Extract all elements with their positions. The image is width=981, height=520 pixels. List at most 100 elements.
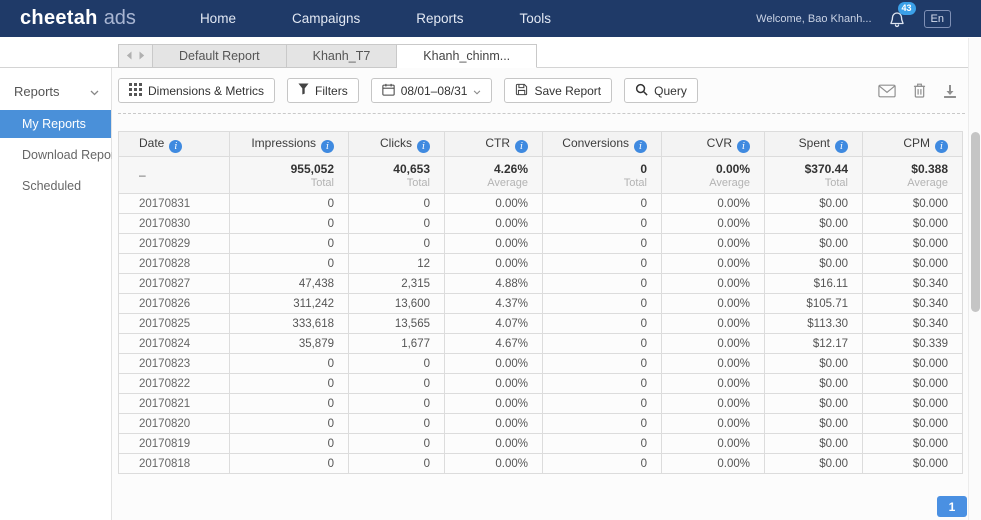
sidebar-item-my-reports[interactable]: My Reports — [0, 110, 111, 138]
value-cell: 0 — [542, 453, 662, 474]
nav-item-campaigns[interactable]: Campaigns — [292, 11, 360, 26]
total-value: 955,052 — [290, 161, 334, 176]
value-cell: 0.00% — [444, 253, 543, 274]
tab-khanh-chinm-active[interactable]: Khanh_chinm... — [397, 44, 538, 68]
notifications-button[interactable]: 43 — [888, 1, 916, 28]
email-icon[interactable] — [878, 84, 896, 98]
value-cell: $0.339 — [862, 333, 963, 354]
value-cell: 0.00% — [661, 373, 765, 394]
date-cell: 20170831 — [118, 193, 230, 214]
value-cell: $0.000 — [862, 373, 963, 394]
filters-button[interactable]: Filters — [287, 78, 359, 103]
value-cell: 0.00% — [661, 233, 765, 254]
sidebar-item-download-report[interactable]: Download Report — [0, 141, 119, 169]
info-icon[interactable]: i — [634, 139, 647, 153]
report-table-body: 20170831 0 0 0.00% 0 0.00% $0.00 $0.000 20170830… — [118, 193, 963, 474]
value-cell: 4.37% — [444, 293, 543, 314]
total-value-cell: 4.26% Average — [444, 156, 543, 194]
value-cell: 0 — [542, 353, 662, 374]
value-cell: 0 — [229, 253, 349, 274]
query-button[interactable]: Query — [624, 78, 698, 103]
total-value: 40,653 — [393, 161, 430, 176]
info-icon[interactable]: i — [417, 139, 430, 153]
info-icon[interactable]: i — [737, 139, 750, 153]
trash-icon[interactable] — [913, 83, 926, 98]
value-cell: $0.00 — [764, 213, 863, 234]
date-range-button[interactable]: 08/01–08/31 — [370, 78, 493, 103]
brand-logo[interactable]: cheetah ads — [20, 7, 136, 30]
download-icon[interactable] — [943, 84, 957, 98]
value-cell: 0.00% — [661, 293, 765, 314]
info-icon[interactable]: i — [935, 139, 948, 153]
value-cell: 0 — [542, 253, 662, 274]
column-label: CPM — [903, 135, 930, 150]
value-cell: 0 — [229, 433, 349, 454]
column-header-spent: Spent i — [764, 131, 863, 157]
value-cell: 12 — [348, 253, 445, 274]
value-cell: $0.340 — [862, 313, 963, 334]
info-icon[interactable]: i — [321, 139, 334, 153]
total-value: 0.00% — [715, 161, 750, 176]
value-cell: 35,879 — [229, 333, 349, 354]
value-cell: 0.00% — [444, 453, 543, 474]
date-cell: 20170825 — [118, 313, 230, 334]
value-cell: $113.30 — [764, 313, 863, 334]
tab-khanh-t7[interactable]: Khanh_T7 — [286, 44, 398, 68]
calendar-icon — [382, 83, 395, 99]
tab-default-report[interactable]: Default Report — [153, 44, 287, 68]
column-header-date: Date i — [118, 131, 230, 157]
value-cell: 0 — [229, 353, 349, 374]
total-value-cell: $0.388 Average — [862, 156, 963, 194]
total-value: 0 — [640, 161, 647, 176]
column-label: CVR — [706, 135, 732, 150]
info-icon[interactable]: i — [515, 139, 528, 153]
date-range-label: 08/01–08/31 — [400, 83, 468, 98]
dimensions-metrics-button[interactable]: Dimensions & Metrics — [118, 78, 276, 103]
value-cell: 0.00% — [661, 333, 765, 354]
report-action-icons — [878, 83, 957, 98]
vertical-scrollbar[interactable] — [968, 38, 981, 520]
value-cell: 0.00% — [444, 233, 543, 254]
nav-item-tools[interactable]: Tools — [520, 11, 552, 26]
value-cell: $0.00 — [764, 453, 863, 474]
value-cell: 0 — [348, 433, 445, 454]
total-sublabel: Average — [907, 176, 948, 189]
sidebar-item-scheduled[interactable]: Scheduled — [0, 172, 111, 200]
value-cell: 0 — [229, 213, 349, 234]
column-header-cpm: CPM i — [862, 131, 963, 157]
tab-scroll-left-icon[interactable] — [126, 47, 132, 65]
value-cell: 0 — [348, 233, 445, 254]
total-sublabel: Average — [709, 176, 750, 189]
report-toolbar: Dimensions & Metrics Filters 08/01–08/31… — [112, 68, 981, 112]
info-icon[interactable]: i — [835, 139, 848, 153]
value-cell: 0 — [348, 453, 445, 474]
pagination-page-1-button[interactable]: 1 — [937, 496, 967, 517]
value-cell: 0.00% — [661, 213, 765, 234]
total-value-cell: 955,052 Total — [229, 156, 349, 194]
save-floppy-icon — [515, 83, 528, 99]
value-cell: $0.00 — [764, 193, 863, 214]
language-selector[interactable]: En — [923, 9, 951, 28]
tab-scroll-right-icon[interactable] — [139, 47, 145, 65]
bell-icon — [888, 11, 906, 32]
scrollbar-thumb[interactable] — [971, 132, 980, 312]
page: cheetah ads Home Campaigns Reports Tools… — [0, 0, 981, 520]
value-cell: 0 — [229, 393, 349, 414]
nav-item-home[interactable]: Home — [200, 11, 236, 26]
value-cell: 0 — [229, 413, 349, 434]
date-cell: 20170827 — [118, 273, 230, 294]
sidebar-section-reports[interactable]: Reports — [0, 76, 111, 107]
nav-item-reports[interactable]: Reports — [416, 11, 463, 26]
column-label: Spent — [798, 135, 830, 150]
column-header-clicks: Clicks i — [348, 131, 445, 157]
welcome-text: Welcome, Bao Khanh... — [756, 12, 872, 25]
info-icon[interactable]: i — [169, 139, 183, 153]
date-cell: 20170822 — [118, 373, 230, 394]
save-report-button[interactable]: Save Report — [504, 78, 613, 103]
value-cell: 0 — [542, 413, 662, 434]
table-row: 20170825 333,618 13,565 4.07% 0 0.00% $113.30 $… — [118, 313, 963, 334]
sidebar: Reports My Reports Download Report Sched… — [0, 68, 119, 520]
tab-scroll-arrows[interactable] — [118, 44, 153, 68]
value-cell: 333,618 — [229, 313, 349, 334]
table-row: 20170831 0 0 0.00% 0 0.00% $0.00 $0.000 — [118, 193, 963, 214]
